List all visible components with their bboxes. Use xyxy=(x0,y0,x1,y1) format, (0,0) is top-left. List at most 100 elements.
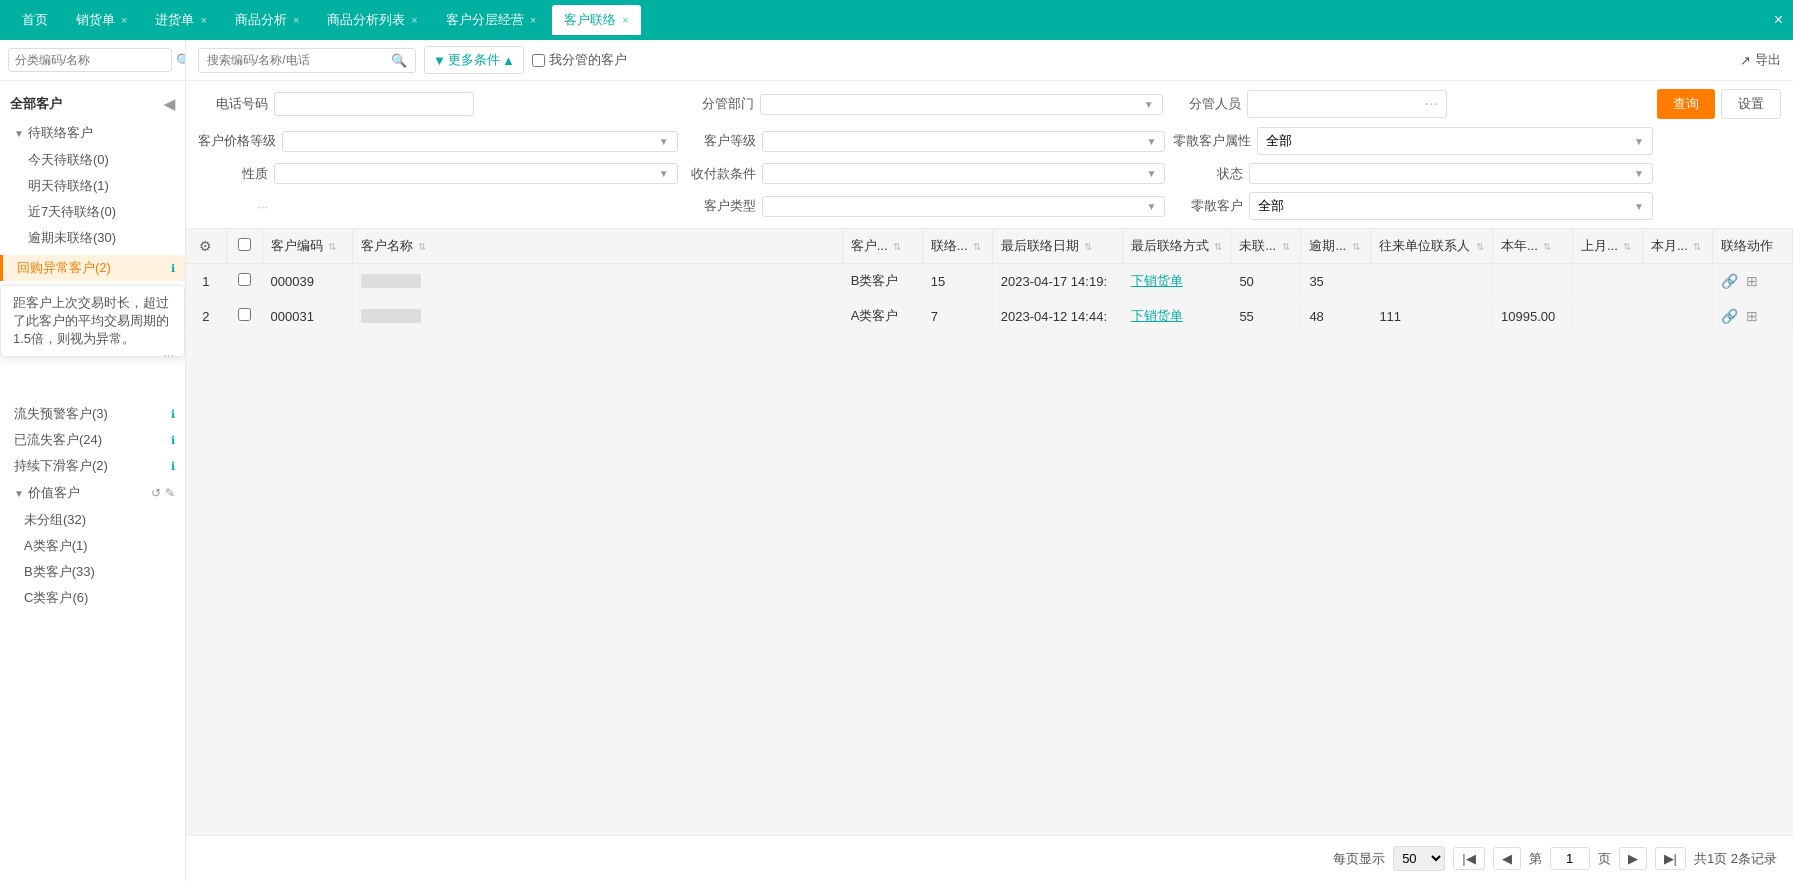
close-customer-contact-tab[interactable]: × xyxy=(622,14,628,26)
sidebar-item-already-lost[interactable]: 已流失客户(24) ℹ xyxy=(0,427,185,453)
refresh-icon[interactable]: ↺ xyxy=(151,486,161,500)
person-select[interactable]: ··· xyxy=(1247,90,1447,118)
all-customers-title[interactable]: 全部客户 ◀ xyxy=(0,89,185,119)
nav-home[interactable]: 首页 xyxy=(10,5,60,35)
scatter-customer-select[interactable]: 全部 ▼ xyxy=(1249,192,1653,220)
per-page-select[interactable]: 50 100 200 xyxy=(1393,846,1445,871)
query-button[interactable]: 查询 xyxy=(1657,89,1715,119)
row1-checkbox-cell xyxy=(226,264,262,299)
sidebar-item-keep-down[interactable]: 持续下滑客户(2) ℹ xyxy=(0,453,185,479)
last-page-btn[interactable]: ▶| xyxy=(1655,847,1686,870)
row1-checkbox[interactable] xyxy=(238,273,251,286)
table-settings-icon[interactable]: ⚙ xyxy=(199,238,212,254)
repurchase-info-icon[interactable]: ℹ xyxy=(171,262,175,275)
settings-button[interactable]: 设置 xyxy=(1721,89,1781,119)
row1-grid-icon[interactable]: ⊞ xyxy=(1746,273,1758,289)
row1-lastway-link[interactable]: 下销货单 xyxy=(1131,273,1183,288)
dept-select[interactable]: ▼ xyxy=(760,94,1162,115)
sort-contact-icon[interactable]: ⇅ xyxy=(973,241,981,252)
sort-thismonth-icon[interactable]: ⇅ xyxy=(1693,241,1701,252)
sidebar-item-overdue[interactable]: 逾期未联络(30) xyxy=(0,225,185,251)
row1-num: 1 xyxy=(186,264,226,299)
my-customers-checkbox[interactable] xyxy=(532,54,545,67)
pending-contact-title[interactable]: ▼ 待联络客户 xyxy=(0,119,185,147)
sidebar-item-a-class[interactable]: A类客户(1) xyxy=(0,533,185,559)
sidebar-item-tomorrow[interactable]: 明天待联络(1) xyxy=(0,173,185,199)
export-button[interactable]: ↗ 导出 xyxy=(1740,51,1781,69)
close-product-analysis-tab[interactable]: × xyxy=(293,14,299,26)
row1-lastdate: 2023-04-17 14:19: xyxy=(992,264,1122,299)
customer-type-select[interactable]: ▼ xyxy=(762,196,1166,217)
sort-code-icon[interactable]: ⇅ xyxy=(328,241,336,252)
close-product-analysis-list-tab[interactable]: × xyxy=(411,14,417,26)
sort-lastway-icon[interactable]: ⇅ xyxy=(1214,241,1222,252)
row2-grid-icon[interactable]: ⊞ xyxy=(1746,308,1758,324)
nav-customer-stratify[interactable]: 客户分层经营 × xyxy=(434,5,548,35)
keep-down-info-icon[interactable]: ℹ xyxy=(171,460,175,473)
person-select-dots: ··· xyxy=(1424,95,1437,113)
customer-level-select[interactable]: ▼ xyxy=(762,131,1166,152)
sidebar-item-today[interactable]: 今天待联络(0) xyxy=(0,147,185,173)
nav-sales[interactable]: 销货单 × xyxy=(64,5,139,35)
sidebar-search-icon[interactable]: 🔍 xyxy=(176,53,186,68)
sidebar-search-input[interactable] xyxy=(8,48,172,72)
current-page-input[interactable] xyxy=(1550,847,1590,870)
sort-level-icon[interactable]: ⇅ xyxy=(893,241,901,252)
th-contact-label: 联络... xyxy=(931,238,968,253)
th-settings[interactable]: ⚙ xyxy=(186,229,226,264)
close-customer-stratify-tab[interactable]: × xyxy=(530,14,536,26)
close-sales-tab[interactable]: × xyxy=(121,14,127,26)
search-bar-icon[interactable]: 🔍 xyxy=(391,53,407,68)
nav-product-analysis-list[interactable]: 商品分析列表 × xyxy=(315,5,429,35)
row1-action: 🔗 ⊞ xyxy=(1713,264,1793,299)
filter-row-3: 性质 ▼ 收付款条件 ▼ 状态 xyxy=(198,163,1781,184)
scatter-attr-select[interactable]: 全部 ▼ xyxy=(1257,127,1653,155)
th-lastmonth-label: 上月... xyxy=(1581,238,1618,253)
sort-name-icon[interactable]: ⇅ xyxy=(418,241,426,252)
row2-checkbox[interactable] xyxy=(238,308,251,321)
close-purchase-tab[interactable]: × xyxy=(200,14,206,26)
row2-link-icon[interactable]: 🔗 xyxy=(1721,308,1738,324)
phone-input[interactable] xyxy=(274,92,474,116)
sort-unit-icon[interactable]: ⇅ xyxy=(1476,241,1484,252)
nav-purchase[interactable]: 进货单 × xyxy=(143,5,218,35)
already-lost-info-icon[interactable]: ℹ xyxy=(171,434,175,447)
select-all-checkbox[interactable] xyxy=(238,238,251,251)
th-checkbox[interactable] xyxy=(226,229,262,264)
sort-thisyear-icon[interactable]: ⇅ xyxy=(1543,241,1551,252)
payment-select[interactable]: ▼ xyxy=(762,163,1166,184)
customer-level-arrow: ▼ xyxy=(1146,136,1156,147)
sidebar-item-ungrouped[interactable]: 未分组(32) xyxy=(0,507,185,533)
prev-page-btn[interactable]: ◀ xyxy=(1493,847,1521,870)
sidebar-item-c-class[interactable]: C类客户(6) xyxy=(0,585,185,611)
first-page-btn[interactable]: |◀ xyxy=(1453,847,1484,870)
row1-uncontact: 50 xyxy=(1231,264,1301,299)
sort-overdue-icon[interactable]: ⇅ xyxy=(1352,241,1360,252)
sidebar-item-7days[interactable]: 近7天待联络(0) xyxy=(0,199,185,225)
filter-customer-type-field: 客户类型 ▼ xyxy=(686,196,1166,217)
nav-product-analysis[interactable]: 商品分析 × xyxy=(223,5,311,35)
edit-icon[interactable]: ✎ xyxy=(165,486,175,500)
row1-link-icon[interactable]: 🔗 xyxy=(1721,273,1738,289)
nature-select[interactable]: ▼ xyxy=(274,163,678,184)
filter-row-1: 电话号码 分管部门 ▼ 分管人员 ··· xyxy=(198,89,1781,119)
row2-lastway-link[interactable]: 下销货单 xyxy=(1131,308,1183,323)
sidebar-item-repurchase-abnormal[interactable]: 回购异常客户(2) ℹ xyxy=(0,255,185,281)
lost-warning-info-icon[interactable]: ℹ xyxy=(171,408,175,421)
sort-lastmonth-icon[interactable]: ⇅ xyxy=(1623,241,1631,252)
sort-lastdate-icon[interactable]: ⇅ xyxy=(1084,241,1092,252)
sort-uncontact-icon[interactable]: ⇅ xyxy=(1282,241,1290,252)
price-level-select[interactable]: ▼ xyxy=(282,131,678,152)
row1-action-icons: 🔗 ⊞ xyxy=(1721,273,1784,289)
status-select[interactable]: ▼ xyxy=(1249,163,1653,184)
search-input[interactable] xyxy=(207,53,387,67)
window-close-button[interactable]: × xyxy=(1774,11,1783,29)
sidebar-item-lost-warning[interactable]: 流失预警客户(3) ℹ xyxy=(0,401,185,427)
sidebar-item-b-class[interactable]: B类客户(33) xyxy=(0,559,185,585)
content-area: 🔍 ▼ 更多条件 ▲ 我分管的客户 ↗ 导出 电话号码 xyxy=(186,40,1793,881)
more-conditions-btn[interactable]: ▼ 更多条件 ▲ xyxy=(424,46,524,74)
value-customer-title[interactable]: ▼ 价值客户 ↺ ✎ xyxy=(0,479,185,507)
nav-customer-contact[interactable]: 客户联络 × xyxy=(552,5,640,35)
row2-level: A类客户 xyxy=(842,299,922,334)
next-page-btn[interactable]: ▶ xyxy=(1619,847,1647,870)
